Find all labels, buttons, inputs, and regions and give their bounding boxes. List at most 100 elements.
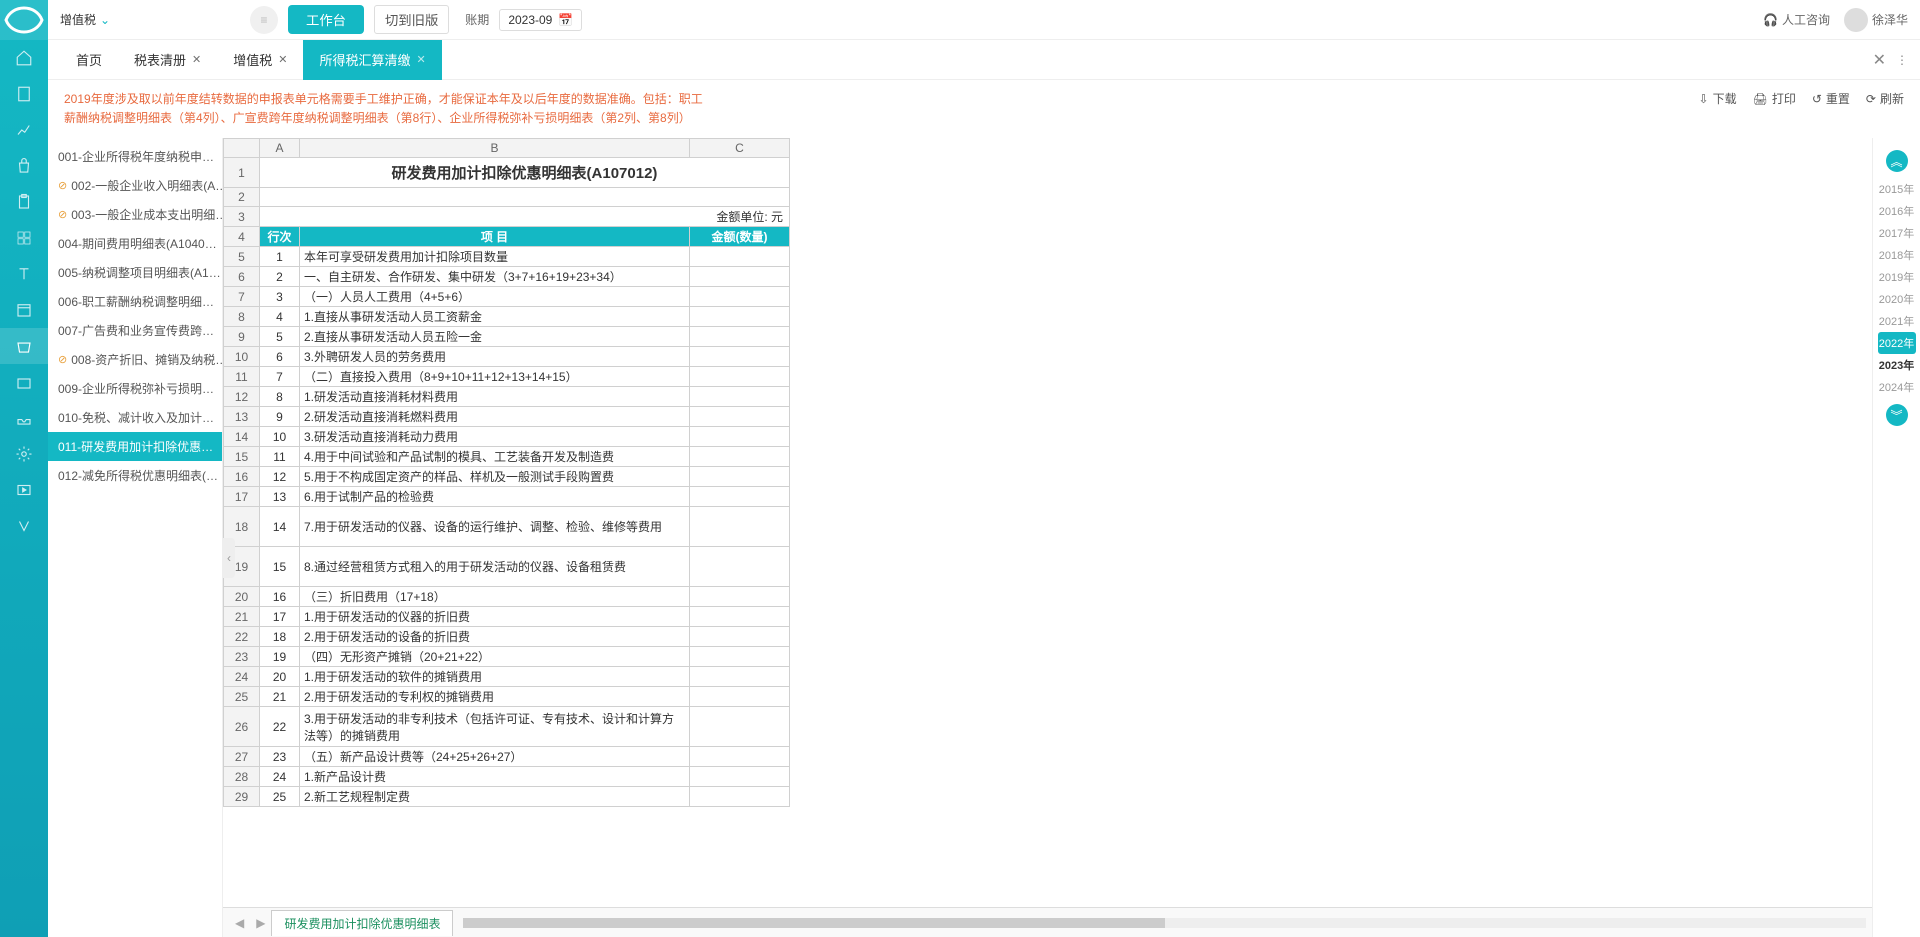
cell[interactable] (690, 667, 790, 687)
cell[interactable]: 2.用于研发活动的设备的折旧费 (300, 627, 690, 647)
year-button[interactable]: 2024年 (1878, 376, 1916, 398)
cell[interactable] (690, 787, 790, 807)
list-icon[interactable]: ≡ (250, 6, 278, 34)
cell[interactable]: （二）直接投入费用（8+9+10+11+12+13+14+15） (300, 367, 690, 387)
spreadsheet[interactable]: ABC 1研发费用加计扣除优惠明细表(A107012) 2 3金额单位: 元 4… (223, 138, 1872, 907)
cell[interactable]: 2.新工艺规程制定费 (300, 787, 690, 807)
cell[interactable] (690, 267, 790, 287)
cell[interactable]: 1.新产品设计费 (300, 767, 690, 787)
year-button[interactable]: 2022年 (1878, 332, 1916, 354)
cell[interactable] (690, 447, 790, 467)
cell[interactable]: 一、自主研发、合作研发、集中研发（3+7+16+19+23+34） (300, 267, 690, 287)
module-dropdown[interactable]: 增值税 ⌄ (60, 11, 240, 28)
cell[interactable]: 3.用于研发活动的非专利技术（包括许可证、专有技术、设计和计算方法等）的摊销费用 (300, 707, 690, 747)
form-list-item[interactable]: 011-研发费用加计扣除优惠… (48, 432, 222, 461)
sheet-next-icon[interactable]: ▶ (250, 916, 271, 930)
cell[interactable] (690, 387, 790, 407)
cell[interactable] (690, 687, 790, 707)
cell[interactable] (690, 487, 790, 507)
close-icon[interactable]: ✕ (192, 53, 201, 66)
cell[interactable] (690, 767, 790, 787)
cell[interactable]: 1.直接从事研发活动人员工资薪金 (300, 307, 690, 327)
nav-archive-icon[interactable] (0, 364, 48, 400)
close-icon[interactable]: ✕ (417, 53, 426, 66)
cell[interactable] (690, 307, 790, 327)
nav-inbox-icon[interactable] (0, 400, 48, 436)
cell[interactable]: （四）无形资产摊销（20+21+22） (300, 647, 690, 667)
form-list-item[interactable]: 012-减免所得税优惠明细表(… (48, 461, 222, 490)
cell[interactable]: 7.用于研发活动的仪器、设备的运行维护、调整、检验、维修等费用 (300, 507, 690, 547)
cell[interactable]: 2.直接从事研发活动人员五险一金 (300, 327, 690, 347)
form-list-item[interactable]: 009-企业所得税弥补亏损明… (48, 374, 222, 403)
year-button[interactable]: 2023年 (1878, 354, 1916, 376)
year-button[interactable]: 2021年 (1878, 310, 1916, 332)
cell[interactable] (690, 707, 790, 747)
nav-grid-icon[interactable] (0, 220, 48, 256)
cell[interactable] (690, 367, 790, 387)
cell[interactable]: 2.用于研发活动的专利权的摊销费用 (300, 687, 690, 707)
cell[interactable]: 本年可享受研发费用加计扣除项目数量 (300, 247, 690, 267)
cell[interactable]: 2.研发活动直接消耗燃料费用 (300, 407, 690, 427)
cell[interactable]: 4.用于中间试验和产品试制的模具、工艺装备开发及制造费 (300, 447, 690, 467)
cell[interactable]: 3.外聘研发人员的劳务费用 (300, 347, 690, 367)
horizontal-scrollbar[interactable] (463, 918, 1866, 928)
year-down-icon[interactable]: ︾ (1886, 404, 1908, 426)
cell[interactable] (690, 507, 790, 547)
form-list-item[interactable]: 005-纳税调整项目明细表(A1… (48, 258, 222, 287)
nav-text-icon[interactable] (0, 256, 48, 292)
tab-首页[interactable]: 首页 (60, 40, 118, 80)
cell[interactable] (690, 467, 790, 487)
year-button[interactable]: 2018年 (1878, 244, 1916, 266)
nav-bag-icon[interactable] (0, 148, 48, 184)
reset-button[interactable]: ↺重置 (1812, 90, 1850, 107)
form-list-item[interactable]: 004-期间费用明细表(A1040… (48, 229, 222, 258)
nav-v-icon[interactable] (0, 508, 48, 544)
cell[interactable]: （一）人员人工费用（4+5+6） (300, 287, 690, 307)
cell[interactable]: （三）折旧费用（17+18） (300, 587, 690, 607)
cell[interactable] (690, 547, 790, 587)
cell[interactable] (690, 407, 790, 427)
cell[interactable]: 3.研发活动直接消耗动力费用 (300, 427, 690, 447)
form-list-item[interactable]: ⊘008-资产折旧、摊销及纳税… (48, 345, 222, 374)
tab-税表清册[interactable]: 税表清册✕ (118, 40, 217, 80)
form-list-item[interactable]: 007-广告费和业务宣传费跨… (48, 316, 222, 345)
cell[interactable] (690, 647, 790, 667)
nav-clipboard-icon[interactable] (0, 184, 48, 220)
cell[interactable] (690, 607, 790, 627)
close-icon[interactable]: ✕ (278, 53, 287, 66)
cell[interactable] (690, 327, 790, 347)
form-list-item[interactable]: 001-企业所得税年度纳税申… (48, 142, 222, 171)
nav-home-icon[interactable] (0, 40, 48, 76)
sheet-tab[interactable]: 研发费用加计扣除优惠明细表 (271, 910, 453, 936)
year-button[interactable]: 2016年 (1878, 200, 1916, 222)
switch-old-button[interactable]: 切到旧版 (374, 5, 449, 34)
cell[interactable] (690, 587, 790, 607)
nav-gear-icon[interactable] (0, 436, 48, 472)
form-list-item[interactable]: 006-职工薪酬纳税调整明细… (48, 287, 222, 316)
workbench-button[interactable]: 工作台 (288, 5, 364, 34)
close-all-tabs[interactable]: ✕ (1873, 50, 1886, 70)
cell[interactable] (690, 287, 790, 307)
nav-tax-icon[interactable] (0, 328, 48, 364)
form-list-item[interactable]: ⊘002-一般企业收入明细表(A… (48, 171, 222, 200)
cell[interactable]: 6.用于试制产品的检验费 (300, 487, 690, 507)
form-list-item[interactable]: 010-免税、减计收入及加计… (48, 403, 222, 432)
refresh-button[interactable]: ⟳刷新 (1866, 90, 1904, 107)
nav-doc-icon[interactable] (0, 76, 48, 112)
cell[interactable]: （五）新产品设计费等（24+25+26+27） (300, 747, 690, 767)
sheet-prev-icon[interactable]: ◀ (229, 916, 250, 930)
nav-video-icon[interactable] (0, 472, 48, 508)
year-up-icon[interactable]: ︽ (1886, 150, 1908, 172)
cell[interactable]: 8.通过经营租赁方式租入的用于研发活动的仪器、设备租赁费 (300, 547, 690, 587)
nav-chart-icon[interactable] (0, 112, 48, 148)
cell[interactable] (690, 627, 790, 647)
form-list-item[interactable]: ⊘003-一般企业成本支出明细… (48, 200, 222, 229)
tabs-more-icon[interactable]: ⋮ (1896, 53, 1908, 67)
cell[interactable]: 1.用于研发活动的软件的摊销费用 (300, 667, 690, 687)
nav-calendar-icon[interactable] (0, 292, 48, 328)
tab-增值税[interactable]: 增值税✕ (217, 40, 303, 80)
cell[interactable]: 1.研发活动直接消耗材料费用 (300, 387, 690, 407)
cell[interactable] (690, 747, 790, 767)
period-picker[interactable]: 2023-09 📅 (499, 9, 582, 31)
user-menu[interactable]: 徐泽华 (1844, 8, 1908, 32)
